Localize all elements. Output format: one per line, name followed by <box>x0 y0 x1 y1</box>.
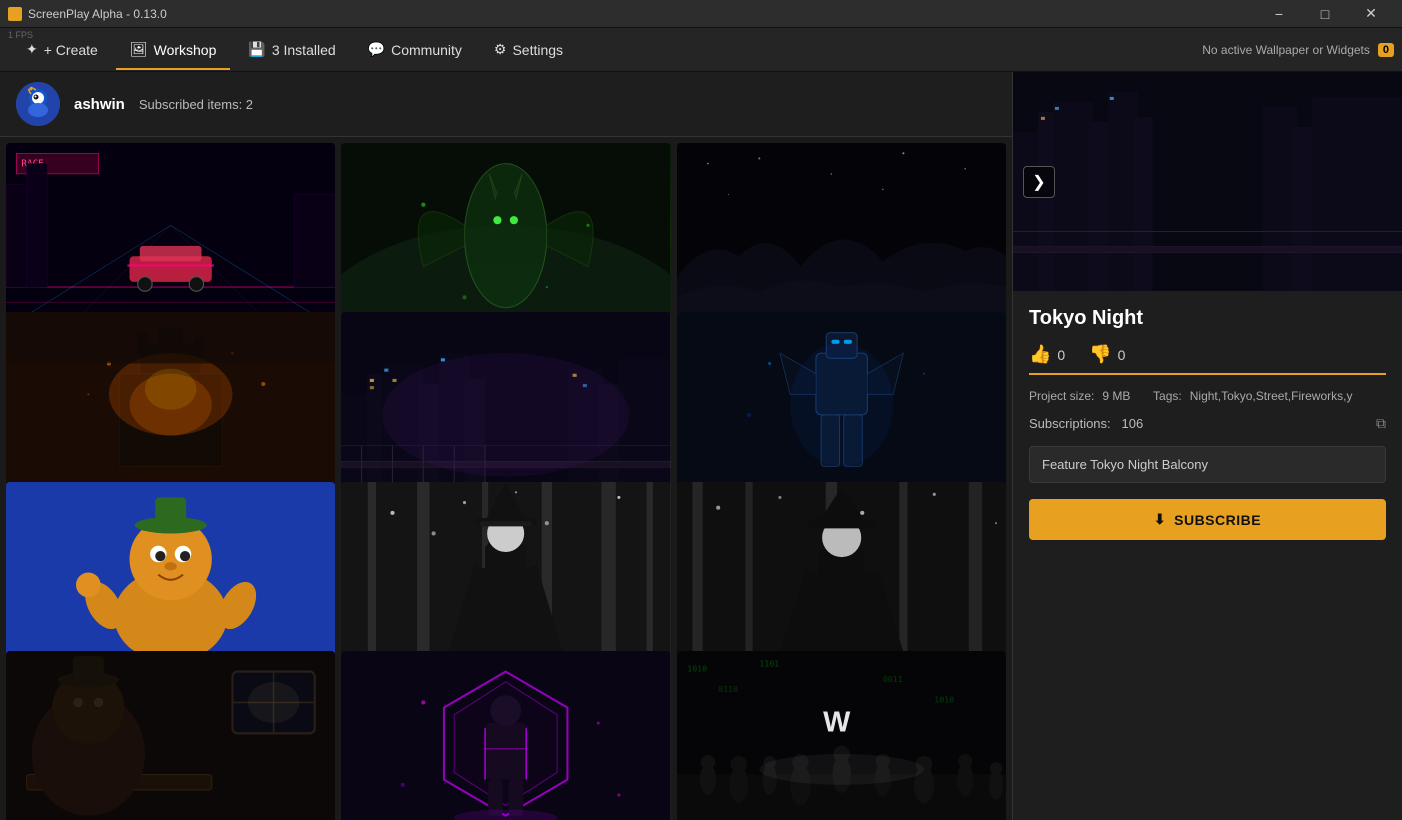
sidebar-preview: ❯ <box>1013 72 1402 291</box>
username: ashwin <box>74 96 125 113</box>
menu-right: No active Wallpaper or Widgets 0 <box>1202 43 1394 57</box>
avatar-svg <box>16 82 60 126</box>
wallpaper-thumb-2[interactable] <box>341 143 670 328</box>
close-button[interactable]: ✕ <box>1348 0 1394 28</box>
workshop-icon: 🖼 <box>130 41 148 58</box>
wallpaper-thumb-10[interactable]: noolopse <box>6 651 335 820</box>
sidebar-right: ❯ Tokyo Night 👍 0 👎 0 Project size: 9 MB <box>1012 72 1402 820</box>
installed-icon: 💾 <box>248 41 265 58</box>
wallpaper-thumb-11[interactable] <box>341 651 670 820</box>
content-area: ashwin Subscribed items: 2 <box>0 72 1012 820</box>
dislike-icon: 👎 <box>1089 344 1111 365</box>
installed-label: 3 Installed <box>272 42 336 58</box>
workshop-label: Workshop <box>154 42 217 58</box>
no-active-label: No active Wallpaper or Widgets <box>1202 43 1370 57</box>
likes-count: 0 <box>1057 347 1065 363</box>
dislikes-count: 0 <box>1118 347 1126 363</box>
notification-badge: 0 <box>1378 43 1394 57</box>
tags-label: Tags: <box>1153 387 1182 405</box>
wallpaper-thumb-9[interactable] <box>677 482 1006 667</box>
description-box: Feature Tokyo Night Balcony <box>1029 446 1386 483</box>
subscribed-items: Subscribed items: 2 <box>139 97 253 112</box>
sidebar-info: Tokyo Night 👍 0 👎 0 Project size: 9 MB T… <box>1013 291 1402 820</box>
create-label: + Create <box>44 42 98 58</box>
menu-item-settings[interactable]: ⚙ Settings <box>480 35 577 64</box>
wallpaper-thumb-7[interactable] <box>6 482 335 667</box>
description-text: Feature Tokyo Night Balcony <box>1042 457 1208 472</box>
wallpaper-thumb-1[interactable]: RACE <box>6 143 335 328</box>
subscriptions-row: Subscriptions: 106 ⧉ <box>1029 415 1386 432</box>
create-icon: ✦ <box>26 41 38 58</box>
app-title: ScreenPlay Alpha - 0.13.0 <box>28 7 167 21</box>
titlebar-left: ScreenPlay Alpha - 0.13.0 <box>8 7 167 21</box>
preview-next-button[interactable]: ❯ <box>1023 166 1055 198</box>
project-size-value: 9 MB <box>1102 387 1130 405</box>
tags-value: Night,Tokyo,Street,Fireworks,y <box>1190 387 1353 405</box>
window-controls: − □ ✕ <box>1256 0 1394 28</box>
svg-text:1010: 1010 <box>934 694 954 704</box>
subscriptions-label: Subscriptions: 106 <box>1029 416 1143 431</box>
community-icon: 💬 <box>368 41 385 58</box>
menu-item-workshop[interactable]: 🖼 Workshop <box>116 35 231 64</box>
dislikes-item: 👎 0 <box>1089 344 1125 365</box>
like-icon: 👍 <box>1029 344 1051 365</box>
project-size-label: Project size: <box>1029 387 1094 405</box>
user-header: ashwin Subscribed items: 2 <box>0 72 1012 137</box>
minimize-button[interactable]: − <box>1256 0 1302 28</box>
settings-label: Settings <box>512 42 563 58</box>
subscriptions-count: 106 <box>1122 416 1144 431</box>
svg-text:W: W <box>823 706 851 738</box>
svg-text:0110: 0110 <box>718 684 738 694</box>
community-label: Community <box>391 42 462 58</box>
svg-text:1101: 1101 <box>759 658 779 668</box>
user-avatar <box>16 82 60 126</box>
subscribe-button[interactable]: ⬇ SUBSCRIBE <box>1029 499 1386 540</box>
app-icon <box>8 7 22 21</box>
menu-item-installed[interactable]: 💾 3 Installed <box>234 35 349 64</box>
wallpaper-grid: RACE <box>0 137 1012 820</box>
menu-items: ✦ + Create 🖼 Workshop 💾 3 Installed 💬 Co… <box>8 35 1394 64</box>
external-link-icon[interactable]: ⧉ <box>1376 415 1386 432</box>
svg-text:0011: 0011 <box>882 674 902 684</box>
rating-divider <box>1029 373 1386 375</box>
wallpaper-thumb-4[interactable] <box>6 312 335 497</box>
maximize-button[interactable]: □ <box>1302 0 1348 28</box>
subscribe-label: SUBSCRIBE <box>1174 512 1261 528</box>
menubar: 1 FPS ✦ + Create 🖼 Workshop 💾 3 Installe… <box>0 28 1402 72</box>
wallpaper-thumb-8[interactable] <box>341 482 670 667</box>
wallpaper-thumb-6[interactable] <box>677 312 1006 497</box>
svg-text:1010: 1010 <box>687 663 707 673</box>
main-layout: ashwin Subscribed items: 2 <box>0 72 1402 820</box>
likes-item: 👍 0 <box>1029 344 1065 365</box>
menu-item-community[interactable]: 💬 Community <box>354 35 476 64</box>
settings-icon: ⚙ <box>494 41 507 58</box>
meta-size-row: Project size: 9 MB Tags: Night,Tokyo,Str… <box>1029 387 1386 405</box>
titlebar: ScreenPlay Alpha - 0.13.0 − □ ✕ <box>0 0 1402 28</box>
wallpaper-thumb-3[interactable] <box>677 143 1006 328</box>
download-icon: ⬇ <box>1154 511 1166 528</box>
rating-row: 👍 0 👎 0 <box>1029 344 1386 365</box>
wallpaper-detail-title: Tokyo Night <box>1029 307 1386 330</box>
menu-item-create[interactable]: ✦ + Create <box>12 35 112 64</box>
wallpaper-thumb-5[interactable] <box>341 312 670 497</box>
wallpaper-thumb-12[interactable]: 1010 0110 1101 0011 1010 <box>677 651 1006 820</box>
